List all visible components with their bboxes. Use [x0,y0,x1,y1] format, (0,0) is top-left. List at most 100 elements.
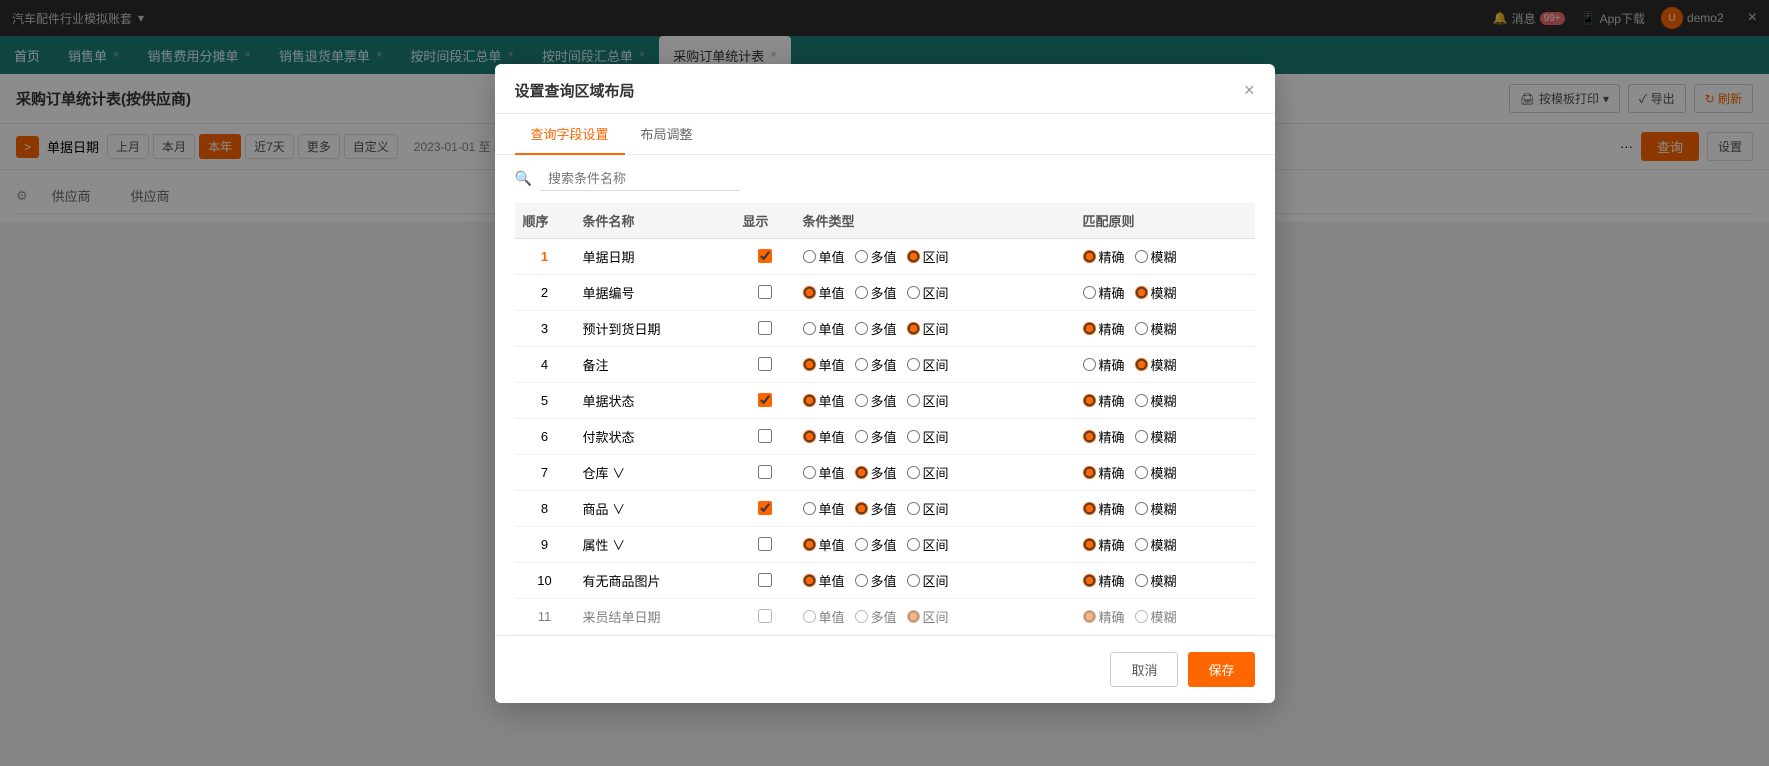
row-num-11: 11 [515,609,575,624]
row-display-6[interactable] [735,429,795,443]
match-radio-fuzzy-11[interactable]: 模糊 [1135,607,1177,626]
type-radio-multi-5[interactable]: 多值 [855,391,897,410]
match-radio-exact-11[interactable]: 精确 [1083,607,1125,626]
row-type-6: 单值 多值 区间 [795,427,1075,446]
type-radio-multi-6[interactable]: 多值 [855,427,897,446]
dialog-close-button[interactable]: × [1244,80,1255,101]
display-checkbox-5[interactable] [758,393,772,407]
type-radio-range-10[interactable]: 区间 [907,571,949,590]
row-name-11: 来员结单日期 [575,607,735,626]
display-checkbox-2[interactable] [758,285,772,299]
row-display-2[interactable] [735,285,795,299]
type-radio-multi-7[interactable]: 多值 [855,463,897,482]
type-radio-range-2[interactable]: 区间 [907,283,949,302]
type-radio-single-3[interactable]: 单值 [803,319,845,338]
type-radio-multi-8[interactable]: 多值 [855,499,897,518]
table-row: 9 属性 ∨ 单值 多值 区间 精确 模糊 [515,527,1255,563]
display-checkbox-4[interactable] [758,357,772,371]
type-radio-multi-3[interactable]: 多值 [855,319,897,338]
row-display-4[interactable] [735,357,795,371]
type-radio-single-9[interactable]: 单值 [803,535,845,554]
match-radio-fuzzy-7[interactable]: 模糊 [1135,463,1177,482]
match-radio-fuzzy-2[interactable]: 模糊 [1135,283,1177,302]
match-radio-exact-2[interactable]: 精确 [1083,283,1125,302]
display-checkbox-8[interactable] [758,501,772,515]
match-radio-exact-6[interactable]: 精确 [1083,427,1125,446]
row-match-1: 精确 模糊 [1075,247,1275,266]
match-radio-exact-7[interactable]: 精确 [1083,463,1125,482]
row-display-8[interactable] [735,501,795,515]
display-checkbox-7[interactable] [758,465,772,479]
type-radio-single-10[interactable]: 单值 [803,571,845,590]
cancel-button[interactable]: 取消 [1110,652,1178,687]
display-checkbox-6[interactable] [758,429,772,443]
match-radio-fuzzy-6[interactable]: 模糊 [1135,427,1177,446]
type-radio-range-6[interactable]: 区间 [907,427,949,446]
row-name-8: 商品 ∨ [575,499,735,518]
match-radio-fuzzy-8[interactable]: 模糊 [1135,499,1177,518]
row-display-9[interactable] [735,537,795,551]
row-match-3: 精确 模糊 [1075,319,1275,338]
type-radio-range-1[interactable]: 区间 [907,247,949,266]
match-radio-fuzzy-3[interactable]: 模糊 [1135,319,1177,338]
dialog-table-header: 顺序 条件名称 显示 条件类型 匹配原则 [515,203,1255,239]
type-radio-single-5[interactable]: 单值 [803,391,845,410]
row-match-8: 精确 模糊 [1075,499,1275,518]
type-radio-range-3[interactable]: 区间 [907,319,949,338]
type-radio-multi-2[interactable]: 多值 [855,283,897,302]
match-radio-exact-4[interactable]: 精确 [1083,355,1125,374]
match-radio-fuzzy-1[interactable]: 模糊 [1135,247,1177,266]
table-row: 7 仓库 ∨ 单值 多值 区间 精确 模糊 [515,455,1255,491]
row-num-3: 3 [515,321,575,336]
search-input[interactable] [540,167,740,191]
row-display-5[interactable] [735,393,795,407]
row-name-9: 属性 ∨ [575,535,735,554]
type-radio-single-1[interactable]: 单值 [803,247,845,266]
display-checkbox-11[interactable] [758,609,772,623]
match-radio-fuzzy-4[interactable]: 模糊 [1135,355,1177,374]
row-match-7: 精确 模糊 [1075,463,1275,482]
row-num-8: 8 [515,501,575,516]
type-radio-range-4[interactable]: 区间 [907,355,949,374]
row-type-1: 单值 多值 区间 [795,247,1075,266]
match-radio-fuzzy-5[interactable]: 模糊 [1135,391,1177,410]
type-radio-multi-1[interactable]: 多值 [855,247,897,266]
display-checkbox-10[interactable] [758,573,772,587]
match-radio-fuzzy-9[interactable]: 模糊 [1135,535,1177,554]
match-radio-fuzzy-10[interactable]: 模糊 [1135,571,1177,590]
display-checkbox-3[interactable] [758,321,772,335]
row-display-1[interactable] [735,249,795,263]
dialog-tab-fields[interactable]: 查询字段设置 [515,114,625,155]
type-radio-single-8[interactable]: 单值 [803,499,845,518]
match-radio-exact-3[interactable]: 精确 [1083,319,1125,338]
type-radio-multi-4[interactable]: 多值 [855,355,897,374]
type-radio-single-11[interactable]: 单值 [803,607,845,626]
overlay: 设置查询区域布局 × 查询字段设置 布局调整 🔍 顺序 条件名称 显示 [0,0,1769,766]
match-radio-exact-8[interactable]: 精确 [1083,499,1125,518]
row-display-11[interactable] [735,609,795,623]
match-radio-exact-10[interactable]: 精确 [1083,571,1125,590]
type-radio-multi-11[interactable]: 多值 [855,607,897,626]
display-checkbox-1[interactable] [758,249,772,263]
type-radio-multi-9[interactable]: 多值 [855,535,897,554]
match-radio-exact-9[interactable]: 精确 [1083,535,1125,554]
match-radio-exact-5[interactable]: 精确 [1083,391,1125,410]
type-radio-range-5[interactable]: 区间 [907,391,949,410]
save-button[interactable]: 保存 [1188,652,1254,687]
row-display-3[interactable] [735,321,795,335]
type-radio-single-6[interactable]: 单值 [803,427,845,446]
row-display-7[interactable] [735,465,795,479]
type-radio-single-7[interactable]: 单值 [803,463,845,482]
type-radio-multi-10[interactable]: 多值 [855,571,897,590]
row-num-7: 7 [515,465,575,480]
type-radio-range-8[interactable]: 区间 [907,499,949,518]
type-radio-single-4[interactable]: 单值 [803,355,845,374]
type-radio-range-7[interactable]: 区间 [907,463,949,482]
display-checkbox-9[interactable] [758,537,772,551]
row-display-10[interactable] [735,573,795,587]
type-radio-range-11[interactable]: 区间 [907,607,949,626]
match-radio-exact-1[interactable]: 精确 [1083,247,1125,266]
dialog-tab-layout[interactable]: 布局调整 [625,114,709,155]
type-radio-single-2[interactable]: 单值 [803,283,845,302]
type-radio-range-9[interactable]: 区间 [907,535,949,554]
